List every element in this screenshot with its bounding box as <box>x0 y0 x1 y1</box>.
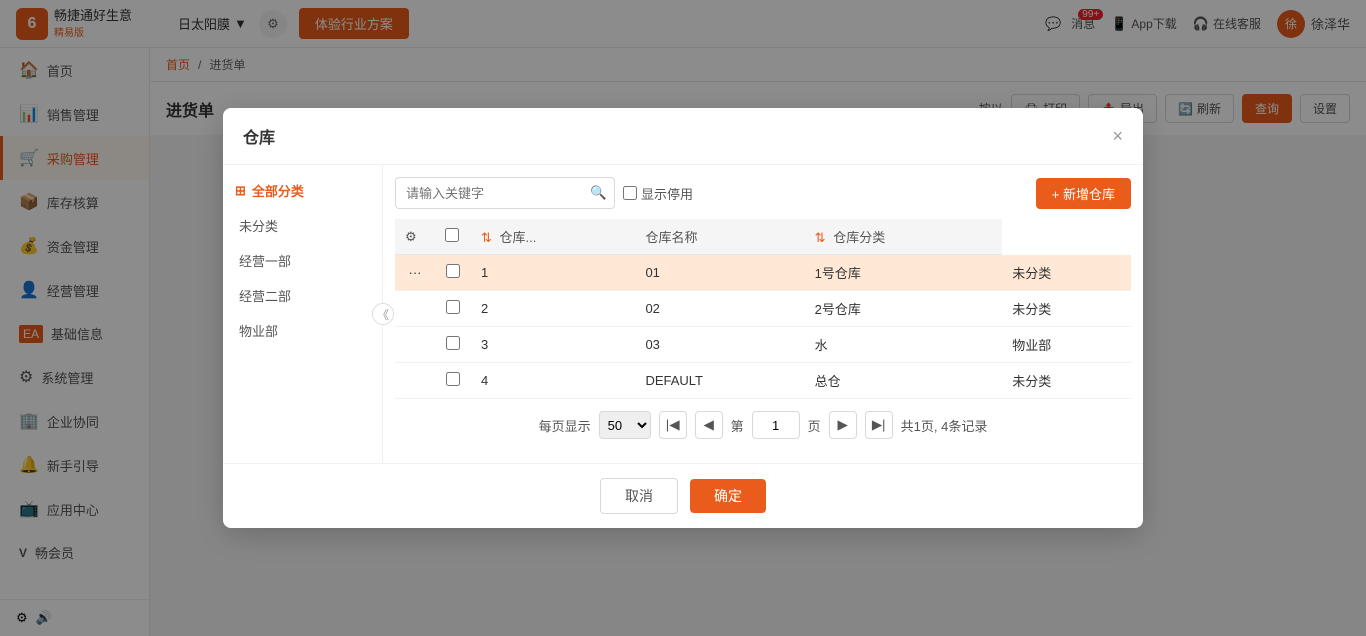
warehouse-table: ⚙ ⇅ 仓库... 仓库名称 ⇅ 仓库分类 <box>395 219 1131 399</box>
show-disabled-label: 显示停用 <box>641 184 693 203</box>
category-item-unclassified[interactable]: 未分类 <box>223 208 382 243</box>
table-panel: 🔍 显示停用 + 新增仓库 ⚙ ⇅ <box>383 165 1143 463</box>
dialog-title: 仓库 <box>243 124 275 148</box>
col-name: 仓库名称 <box>635 219 804 255</box>
col-checkbox <box>435 219 471 255</box>
row-name: 水 <box>805 327 1003 363</box>
row-settings[interactable]: ··· <box>395 255 435 291</box>
row-name: 2号仓库 <box>805 291 1003 327</box>
confirm-button[interactable]: 确定 <box>690 479 766 513</box>
search-button[interactable]: 🔍 <box>590 185 607 201</box>
row-select-checkbox[interactable] <box>446 372 460 386</box>
warehouse-dialog: 仓库 × ⊞ 全部分类 未分类 经营一部 经营二部 物业部 《 <box>223 108 1143 528</box>
row-select-checkbox[interactable] <box>446 300 460 314</box>
prev-page-button[interactable]: ◀ <box>695 411 723 439</box>
table-row[interactable]: 4 DEFAULT 总仓 未分类 <box>395 363 1131 399</box>
table-row[interactable]: ··· 1 01 1号仓库 未分类 <box>395 255 1131 291</box>
category-item-property[interactable]: 物业部 <box>223 313 382 348</box>
category-item-dept2[interactable]: 经营二部 <box>223 278 382 313</box>
first-page-button[interactable]: |◀ <box>659 411 687 439</box>
show-disabled-checkbox[interactable] <box>623 186 637 200</box>
row-category: 未分类 <box>1002 255 1131 291</box>
page-label-pre: 第 <box>731 416 744 435</box>
table-row[interactable]: 2 02 2号仓库 未分类 <box>395 291 1131 327</box>
row-checkbox <box>435 291 471 327</box>
row-code: DEFAULT <box>635 363 804 399</box>
per-page-label: 每页显示 <box>539 416 591 435</box>
row-index: 4 <box>471 363 635 399</box>
row-select-checkbox[interactable] <box>446 336 460 350</box>
row-checkbox <box>435 363 471 399</box>
show-disabled-toggle[interactable]: 显示停用 <box>623 184 693 203</box>
row-checkbox <box>435 327 471 363</box>
row-category: 物业部 <box>1002 327 1131 363</box>
col-category: ⇅ 仓库分类 <box>805 219 1003 255</box>
dialog-body: ⊞ 全部分类 未分类 经营一部 经营二部 物业部 《 🔍 <box>223 165 1143 463</box>
grid-icon: ⊞ <box>235 183 246 199</box>
all-category-button[interactable]: ⊞ 全部分类 <box>223 173 382 208</box>
row-name: 总仓 <box>805 363 1003 399</box>
row-code: 03 <box>635 327 804 363</box>
search-container: 🔍 <box>395 177 615 209</box>
row-index: 2 <box>471 291 635 327</box>
row-settings[interactable] <box>395 363 435 399</box>
select-all-checkbox[interactable] <box>445 228 459 242</box>
next-page-button[interactable]: ▶ <box>829 411 857 439</box>
col-settings: ⚙ <box>395 219 435 255</box>
per-page-select[interactable]: 50 20 100 <box>599 411 651 439</box>
search-input[interactable] <box>395 177 615 209</box>
category-panel: ⊞ 全部分类 未分类 经营一部 经营二部 物业部 《 <box>223 165 383 463</box>
total-info: 共1页, 4条记录 <box>901 416 988 435</box>
add-warehouse-button[interactable]: + 新增仓库 <box>1036 178 1131 209</box>
row-select-checkbox[interactable] <box>446 264 460 278</box>
table-row[interactable]: 3 03 水 物业部 <box>395 327 1131 363</box>
row-code: 01 <box>635 255 804 291</box>
row-settings[interactable] <box>395 327 435 363</box>
dialog-header: 仓库 × <box>223 108 1143 165</box>
row-category: 未分类 <box>1002 291 1131 327</box>
collapse-panel-button[interactable]: 《 <box>372 303 394 325</box>
cancel-button[interactable]: 取消 <box>600 478 678 514</box>
row-settings[interactable] <box>395 291 435 327</box>
row-index: 3 <box>471 327 635 363</box>
table-header-row: ⚙ ⇅ 仓库... 仓库名称 ⇅ 仓库分类 <box>395 219 1131 255</box>
sort-icon: ⇅ <box>481 230 492 245</box>
row-more-icon: ··· <box>409 265 422 280</box>
page-label-post: 页 <box>808 416 821 435</box>
category-item-dept1[interactable]: 经营一部 <box>223 243 382 278</box>
sort-icon-cat: ⇅ <box>815 230 826 245</box>
page-number-input[interactable] <box>752 411 800 439</box>
row-name: 1号仓库 <box>805 255 1003 291</box>
dialog-footer: 取消 确定 <box>223 463 1143 528</box>
row-index: 1 <box>471 255 635 291</box>
pagination: 每页显示 50 20 100 |◀ ◀ 第 页 ▶ ▶| 共1页, 4条记录 <box>395 399 1131 451</box>
row-category: 未分类 <box>1002 363 1131 399</box>
col-code[interactable]: ⇅ 仓库... <box>471 219 635 255</box>
last-page-button[interactable]: ▶| <box>865 411 893 439</box>
table-toolbar: 🔍 显示停用 + 新增仓库 <box>395 177 1131 209</box>
dialog-close-button[interactable]: × <box>1112 126 1123 147</box>
row-code: 02 <box>635 291 804 327</box>
all-category-label: 全部分类 <box>252 181 304 200</box>
row-checkbox <box>435 255 471 291</box>
